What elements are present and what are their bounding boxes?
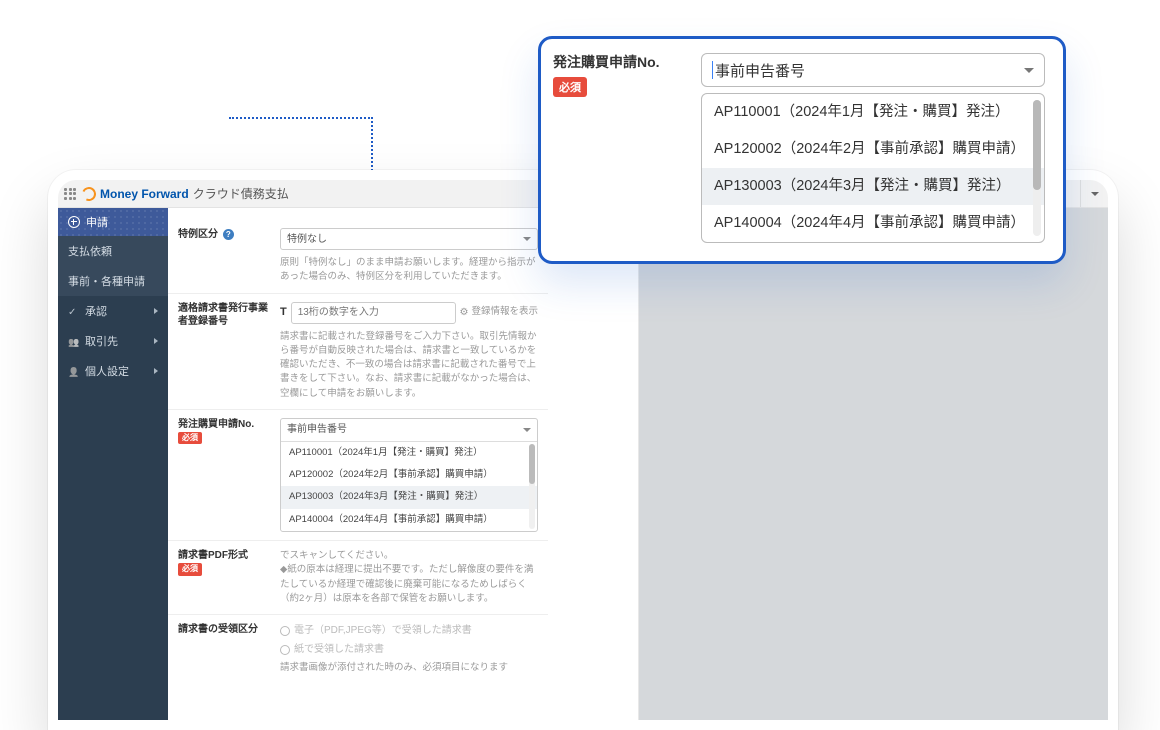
tab-dropdown[interactable] (1080, 180, 1108, 207)
field-label-touroku: 適格請求書発行事業者登録番号 (178, 302, 270, 401)
tokurei-value: 特例なし (287, 232, 327, 247)
hacchu-placeholder: 事前申告番号 (287, 422, 347, 437)
radio-label: 紙で受領した請求書 (294, 642, 384, 657)
tokurei-select[interactable]: 特例なし (280, 228, 538, 250)
pdf-help: でスキャンしてください。 ◆紙の原本は経理に提出不要です。ただし解像度の要件を満… (280, 549, 538, 606)
touroku-help: 請求書に記載された登録番号をご入力下さい。取引先情報から番号が自動反映された場合… (280, 330, 538, 401)
brand-product: クラウド債務支払 (193, 185, 289, 202)
overlay-option[interactable]: AP110001（2024年1月【発注・購買】発注） (702, 94, 1044, 131)
sidebar-item-personal-settings[interactable]: 個人設定 (58, 356, 168, 386)
touroku-prefix: T (280, 304, 287, 321)
form-panel: 特例区分 ? 特例なし 原則「特例なし」のまま申請お願いします。経理から指示があ… (168, 208, 548, 683)
dropdown-option[interactable]: AP140004（2024年4月【事前承認】購買申請） (281, 509, 537, 531)
field-label-pdf: 請求書PDF形式 必須 (178, 549, 270, 606)
zoom-overlay: 発注購買申請No. 必須 事前申告番号 AP110001（2024年1月【発注・… (538, 36, 1066, 264)
field-label-juryou: 請求書の受領区分 (178, 623, 270, 675)
sidebar-item-pre-application[interactable]: 事前・各種申請 (58, 266, 168, 296)
hacchu-dropdown-list: AP110001（2024年1月【発注・購買】発注） AP120002（2024… (281, 441, 537, 531)
dropdown-option[interactable]: AP130003（2024年3月【発注・購買】発注） (281, 486, 537, 508)
sidebar: 申請 支払依頼 事前・各種申請 承認 取引先 個人設定 (58, 208, 168, 720)
chevron-down-icon (1024, 68, 1034, 78)
sidebar-item-payment-request[interactable]: 支払依頼 (58, 236, 168, 266)
field-label-tokurei: 特例区分 ? (178, 228, 270, 285)
sidebar-item-label: 支払依頼 (68, 243, 112, 259)
chevron-right-icon (154, 338, 158, 344)
radio-label: 電子（PDF,JPEG等）で受領した請求書 (294, 623, 472, 638)
scrollbar-thumb[interactable] (529, 444, 535, 484)
touroku-show-link[interactable]: 登録情報を表示 (460, 305, 538, 320)
check-icon (68, 306, 79, 317)
sidebar-apply-button[interactable]: 申請 (58, 208, 168, 236)
overlay-dropdown-list: AP110001（2024年1月【発注・購買】発注） AP120002（2024… (701, 93, 1045, 243)
hacchu-select[interactable]: 事前申告番号 AP110001（2024年1月【発注・購買】発注） AP1200… (280, 418, 538, 532)
sidebar-item-label: 個人設定 (85, 363, 129, 379)
sidebar-item-partner[interactable]: 取引先 (58, 326, 168, 356)
required-badge: 必須 (178, 432, 202, 444)
user-icon (68, 366, 79, 377)
overlay-select[interactable]: 事前申告番号 (701, 53, 1045, 87)
chevron-down-icon (523, 428, 531, 436)
preview-area (639, 208, 1109, 720)
radio-icon (280, 645, 290, 655)
connector-horizontal (229, 117, 373, 119)
juryou-radio-1[interactable]: 電子（PDF,JPEG等）で受領した請求書 (280, 623, 538, 638)
brand: Money Forward クラウド債務支払 (82, 185, 289, 202)
brand-logo-icon (80, 185, 98, 203)
chevron-down-icon (523, 237, 531, 245)
overlay-option[interactable]: AP140004（2024年4月【事前承認】購買申請） (702, 205, 1044, 242)
tokurei-help: 原則「特例なし」のまま申請お願いします。経理から指示があった場合のみ、特例区分を… (280, 256, 538, 285)
scrollbar-thumb[interactable] (1033, 100, 1041, 190)
radio-icon (280, 626, 290, 636)
text-cursor (712, 61, 713, 79)
chevron-right-icon (154, 308, 158, 314)
field-label-hacchu: 発注購買申請No. 必須 (178, 418, 270, 532)
dropdown-option[interactable]: AP110001（2024年1月【発注・購買】発注） (281, 442, 537, 464)
overlay-option[interactable]: AP130003（2024年3月【発注・購買】発注） (702, 168, 1044, 205)
brand-name: Money Forward (100, 187, 189, 201)
grip-icon (64, 187, 78, 201)
juryou-radio-2[interactable]: 紙で受領した請求書 (280, 642, 538, 657)
sidebar-item-label: 取引先 (85, 333, 118, 349)
chevron-right-icon (154, 368, 158, 374)
required-badge: 必須 (178, 563, 202, 575)
overlay-placeholder: 事前申告番号 (715, 60, 1024, 81)
help-icon[interactable]: ? (223, 229, 234, 240)
juryou-help: 請求書画像が添付された時のみ、必須項目になります (280, 661, 538, 675)
plus-icon (68, 216, 80, 228)
overlay-field-label: 発注購買申請No. (553, 53, 693, 73)
touroku-input[interactable] (291, 302, 456, 324)
sidebar-item-approval[interactable]: 承認 (58, 296, 168, 326)
overlay-required-badge: 必須 (553, 77, 587, 97)
people-icon (68, 336, 79, 347)
sidebar-item-label: 承認 (85, 303, 107, 319)
dropdown-option[interactable]: AP120002（2024年2月【事前承認】購買申請） (281, 464, 537, 486)
sidebar-item-label: 事前・各種申請 (68, 273, 145, 289)
overlay-option[interactable]: AP120002（2024年2月【事前承認】購買申請） (702, 131, 1044, 168)
sidebar-apply-label: 申請 (86, 214, 108, 230)
